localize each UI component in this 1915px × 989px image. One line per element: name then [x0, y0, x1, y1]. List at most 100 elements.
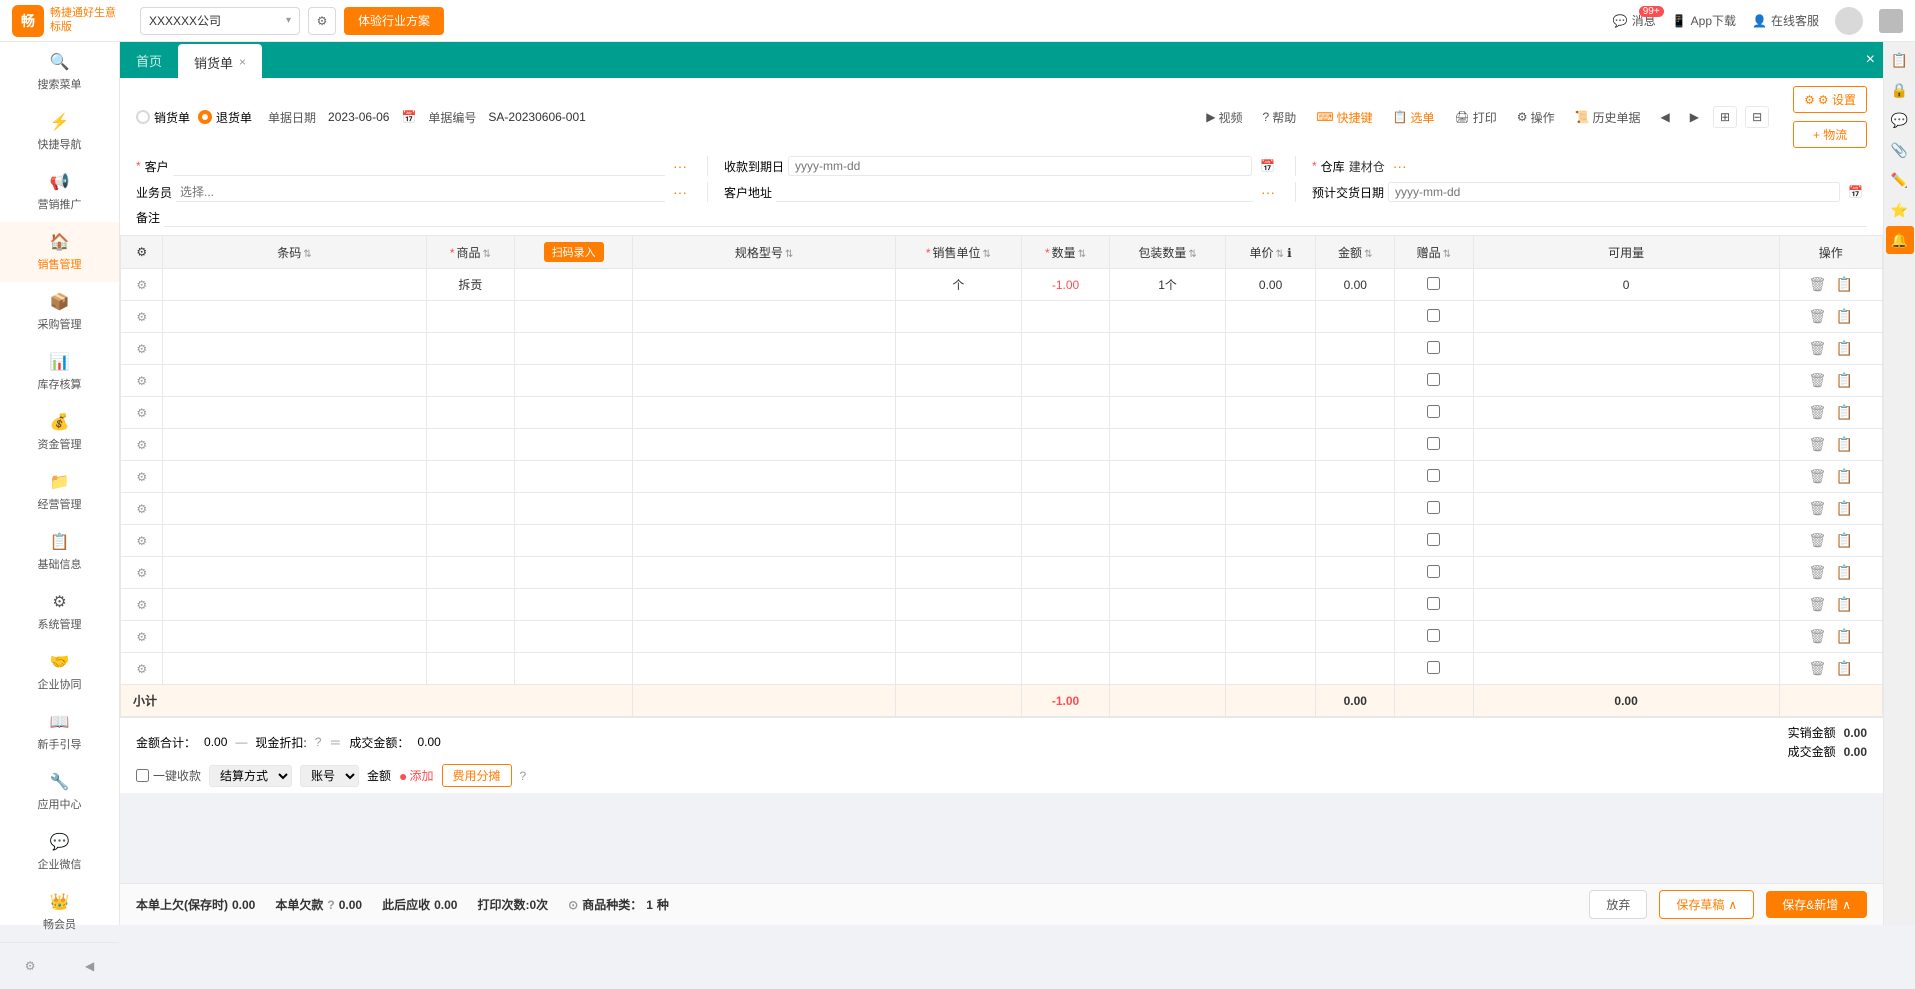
row-gift-12[interactable]	[1395, 653, 1474, 685]
row-copy-btn-2[interactable]: 📋	[1833, 340, 1856, 356]
sidebar-item-wechat[interactable]: 💬 企业微信	[0, 822, 119, 882]
one-click-pay-input[interactable]	[136, 769, 149, 782]
row-barcode-5[interactable]	[163, 429, 426, 461]
row-barcode-7[interactable]	[163, 493, 426, 525]
right-panel-btn-4[interactable]: 📎	[1886, 136, 1914, 164]
row-spec-2[interactable]	[633, 333, 896, 365]
row-product-1[interactable]	[426, 301, 515, 333]
row-copy-btn-4[interactable]: 📋	[1833, 404, 1856, 420]
row-product-10[interactable]	[426, 589, 515, 621]
salesperson-more-btn[interactable]: ···	[669, 184, 691, 200]
warehouse-more-btn[interactable]: ···	[1389, 158, 1411, 174]
row-gift-2[interactable]	[1395, 333, 1474, 365]
row-copy-btn-8[interactable]: 📋	[1833, 532, 1856, 548]
row-spec-4[interactable]	[633, 397, 896, 429]
tab-home[interactable]: 首页	[120, 42, 178, 78]
online-service-button[interactable]: 👤 在线客服	[1752, 12, 1819, 29]
row-gift-7[interactable]	[1395, 493, 1474, 525]
logistics-btn[interactable]: + 物流	[1793, 121, 1867, 148]
messages-button[interactable]: 💬 消息 99+	[1613, 12, 1656, 29]
tab-close-icon[interactable]: ×	[239, 55, 246, 69]
row-product-9[interactable]	[426, 557, 515, 589]
row-product-2[interactable]	[426, 333, 515, 365]
sidebar-item-operations[interactable]: 📁 经营管理	[0, 462, 119, 522]
print-btn[interactable]: 🖨 打印	[1449, 106, 1503, 129]
row-copy-btn-1[interactable]: 📋	[1833, 308, 1856, 324]
row-qty-5[interactable]	[1021, 429, 1110, 461]
company-selector[interactable]: XXXXXX公司 ▾	[140, 7, 300, 35]
row-barcode-6[interactable]	[163, 461, 426, 493]
sidebar-item-search[interactable]: 🔍 搜索菜单	[0, 42, 119, 102]
history-btn[interactable]: 📜 历史单据	[1569, 106, 1647, 129]
settings-gear-button[interactable]: ⚙	[308, 7, 336, 35]
row-qty-4[interactable]	[1021, 397, 1110, 429]
row-gift-9[interactable]	[1395, 557, 1474, 589]
sidebar-item-guide[interactable]: 📖 新手引导	[0, 702, 119, 762]
sidebar-item-sales[interactable]: 🏠 销售管理	[0, 222, 119, 282]
tabs-close-all-btn[interactable]: ×	[1866, 51, 1875, 69]
row-delete-btn-4[interactable]: 🗑	[1805, 404, 1829, 420]
row-barcode-1[interactable]	[163, 301, 426, 333]
sidebar-item-marketing[interactable]: 📢 营销推广	[0, 162, 119, 222]
row-spec-12[interactable]	[633, 653, 896, 685]
row-gift-11[interactable]	[1395, 621, 1474, 653]
row-spec-6[interactable]	[633, 461, 896, 493]
one-click-pay-checkbox[interactable]: 一键收款	[136, 767, 201, 784]
row-delete-btn-5[interactable]: 🗑	[1805, 436, 1829, 452]
row-qty-6[interactable]	[1021, 461, 1110, 493]
right-panel-btn-6[interactable]: ⭐	[1886, 196, 1914, 224]
row-product-3[interactable]	[426, 365, 515, 397]
row-price-3[interactable]	[1225, 365, 1316, 397]
row-gift-5[interactable]	[1395, 429, 1474, 461]
row-barcode-9[interactable]	[163, 557, 426, 589]
calendar-icon[interactable]: 📅	[401, 110, 416, 124]
customer-more-btn[interactable]: ···	[669, 158, 691, 174]
account-select[interactable]: 账号	[300, 765, 359, 787]
salesperson-input[interactable]	[176, 183, 665, 202]
row-barcode-3[interactable]	[163, 365, 426, 397]
row-spec-0[interactable]	[633, 269, 896, 301]
row-product-4[interactable]	[426, 397, 515, 429]
row-qty-10[interactable]	[1021, 589, 1110, 621]
row-copy-btn-5[interactable]: 📋	[1833, 436, 1856, 452]
save-draft-btn[interactable]: 保存草稿 ∧	[1659, 890, 1754, 919]
help-btn[interactable]: ? 帮助	[1257, 106, 1303, 129]
due-date-calendar-icon[interactable]: 📅	[1256, 159, 1279, 173]
row-qty-7[interactable]	[1021, 493, 1110, 525]
row-copy-btn-0[interactable]: 📋	[1833, 276, 1856, 292]
tab-sales-order[interactable]: 销货单 ×	[178, 44, 262, 80]
row-delete-btn-8[interactable]: 🗑	[1805, 532, 1829, 548]
grid-view-btn[interactable]: ⊞	[1713, 106, 1737, 128]
row-barcode-0[interactable]	[163, 269, 426, 301]
radio-sales-order[interactable]: 销货单	[136, 109, 190, 126]
row-product-11[interactable]	[426, 621, 515, 653]
row-barcode-10[interactable]	[163, 589, 426, 621]
expected-date-input[interactable]	[1388, 182, 1840, 202]
row-copy-btn-12[interactable]: 📋	[1833, 660, 1856, 676]
row-product-8[interactable]	[426, 525, 515, 557]
row-delete-btn-0[interactable]: 🗑	[1805, 276, 1829, 292]
row-delete-btn-2[interactable]: 🗑	[1805, 340, 1829, 356]
row-price-1[interactable]	[1225, 301, 1316, 333]
payment-method-select[interactable]: 结算方式	[209, 765, 292, 787]
shortcut-btn[interactable]: ⌨ 快捷键	[1310, 106, 1378, 129]
row-qty-3[interactable]	[1021, 365, 1110, 397]
customer-input[interactable]	[173, 157, 665, 176]
row-spec-8[interactable]	[633, 525, 896, 557]
app-download-button[interactable]: 📱 App下载	[1672, 12, 1736, 29]
save-new-btn[interactable]: 保存&新增 ∧	[1766, 891, 1867, 918]
list-view-btn[interactable]: ⊟	[1745, 106, 1769, 128]
row-price-12[interactable]	[1225, 653, 1316, 685]
right-panel-btn-5[interactable]: ✏️	[1886, 166, 1914, 194]
row-product-6[interactable]	[426, 461, 515, 493]
row-gift-3[interactable]	[1395, 365, 1474, 397]
prev-btn[interactable]: ◀	[1655, 107, 1676, 127]
select-order-btn[interactable]: 📋 选单	[1387, 106, 1441, 129]
abandon-btn[interactable]: 放弃	[1589, 890, 1647, 919]
row-gift-0[interactable]	[1395, 269, 1474, 301]
sidebar-settings-btn[interactable]: ⚙	[17, 951, 44, 981]
row-barcode-12[interactable]	[163, 653, 426, 685]
right-panel-btn-2[interactable]: 🔒	[1886, 76, 1914, 104]
row-delete-btn-12[interactable]: 🗑	[1805, 660, 1829, 676]
doc-settings-btn[interactable]: ⚙ ⚙ 设置	[1793, 86, 1867, 113]
